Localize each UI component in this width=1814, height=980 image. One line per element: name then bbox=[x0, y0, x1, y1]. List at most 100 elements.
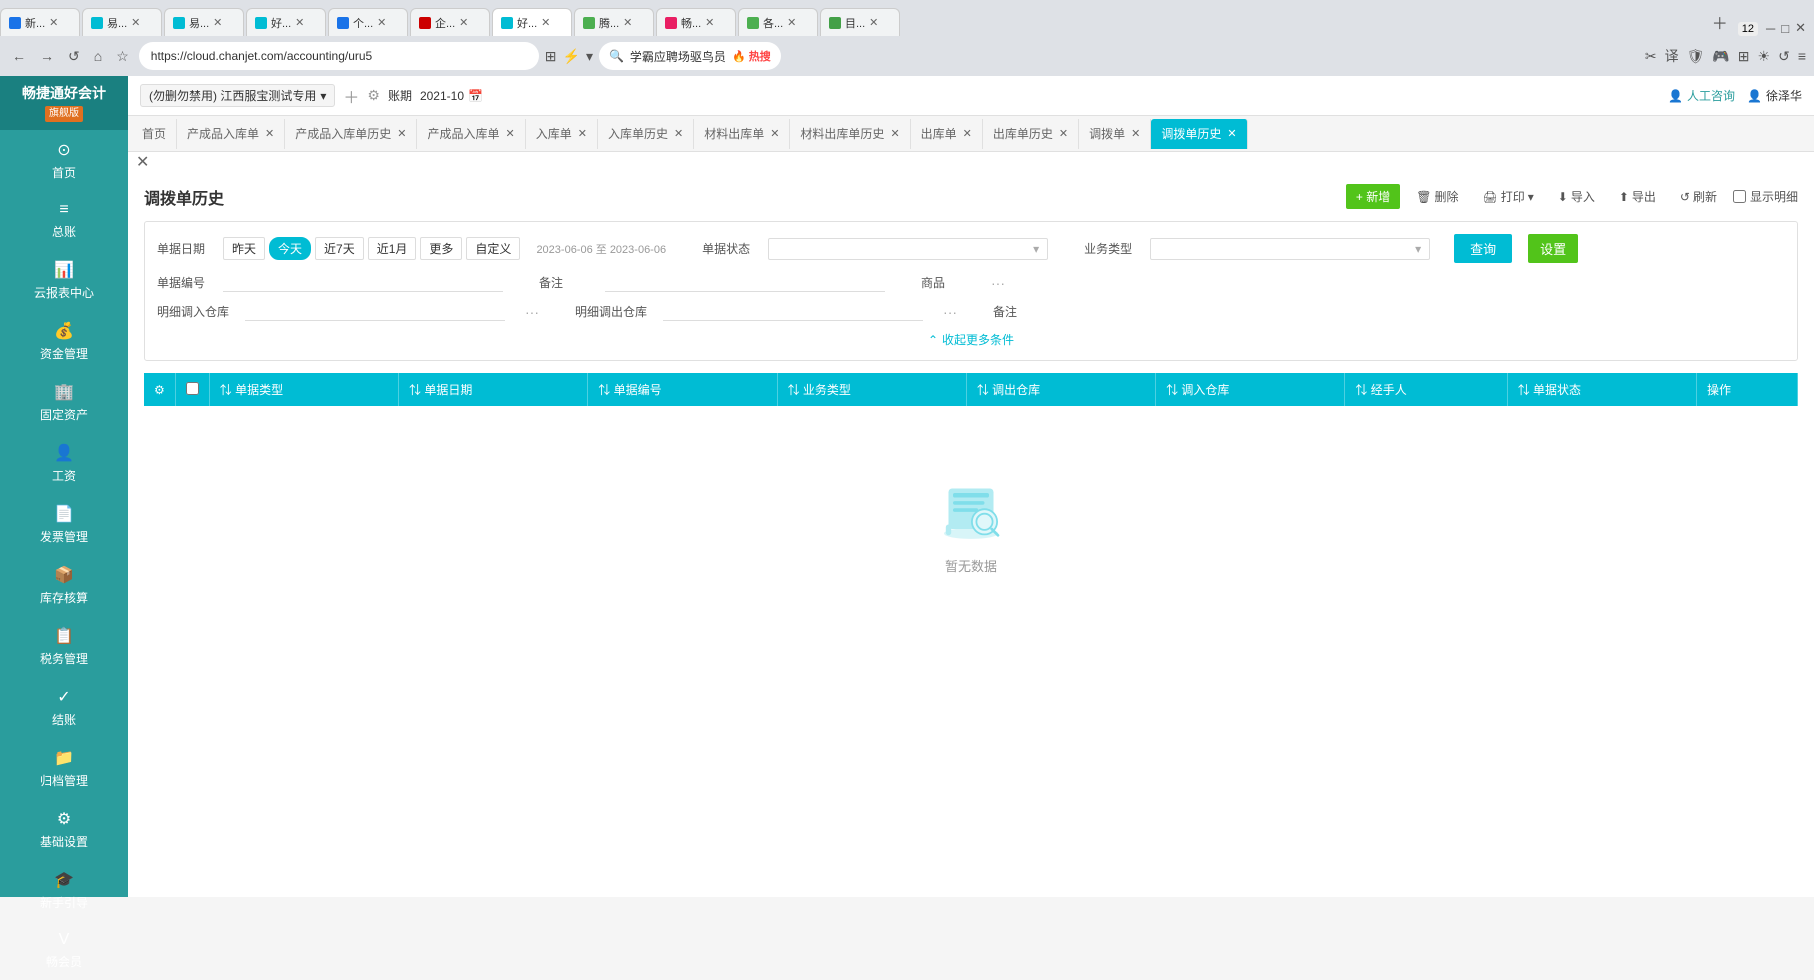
date-btn-custom[interactable]: 自定义 bbox=[466, 237, 520, 260]
refresh-button[interactable]: ↺ 刷新 bbox=[1672, 185, 1725, 208]
tab-count-badge[interactable]: 12 bbox=[1738, 22, 1758, 36]
page-tab-close-11[interactable]: ✕ bbox=[1227, 127, 1236, 140]
browser-tab-5[interactable]: 个...✕ bbox=[328, 8, 408, 36]
page-tab-1[interactable]: 产成品入库单✕ bbox=[177, 119, 285, 149]
query-button[interactable]: 查询 bbox=[1454, 234, 1512, 263]
th-handler[interactable]: ⇅ 经手人 bbox=[1345, 373, 1507, 406]
th-status[interactable]: ⇅ 单据状态 bbox=[1507, 373, 1696, 406]
th-in-wh[interactable]: ⇅ 调入仓库 bbox=[1156, 373, 1345, 406]
date-btn-7days[interactable]: 近7天 bbox=[315, 237, 364, 260]
tab-close-icon[interactable]: ✕ bbox=[213, 16, 222, 29]
page-tab-close-8[interactable]: ✕ bbox=[963, 127, 972, 140]
import-button[interactable]: ⬇ 导入 bbox=[1550, 185, 1603, 208]
dropdown-icon[interactable]: ▾ bbox=[586, 48, 593, 65]
close-window-button[interactable]: ✕ bbox=[1795, 20, 1806, 36]
th-checkbox[interactable] bbox=[175, 373, 209, 406]
th-date[interactable]: ⇅ 单据日期 bbox=[399, 373, 588, 406]
collapse-button[interactable]: ⌃ 收起更多条件 bbox=[928, 331, 1014, 348]
select-all-checkbox[interactable] bbox=[186, 382, 199, 395]
in-wh-ellipsis[interactable]: ··· bbox=[525, 304, 539, 320]
page-tab-close-9[interactable]: ✕ bbox=[1059, 127, 1068, 140]
th-no[interactable]: ⇅ 单据编号 bbox=[588, 373, 777, 406]
browser-tab-9[interactable]: 畅...✕ bbox=[656, 8, 736, 36]
scissors-icon[interactable]: ✂ bbox=[1645, 48, 1657, 65]
sidebar-item-closing[interactable]: ✓结账 bbox=[0, 677, 128, 738]
page-tab-close-6[interactable]: ✕ bbox=[770, 127, 779, 140]
forward-button[interactable]: → bbox=[36, 46, 58, 66]
out-wh-ellipsis[interactable]: ··· bbox=[943, 304, 957, 320]
export-button[interactable]: ⬆ 导出 bbox=[1611, 185, 1664, 208]
date-btn-1month[interactable]: 近1月 bbox=[368, 237, 417, 260]
display-cols-input[interactable] bbox=[1733, 190, 1746, 203]
translate-icon[interactable]: 译 bbox=[1665, 46, 1679, 66]
back-button[interactable]: ← bbox=[8, 46, 30, 66]
delete-button[interactable]: 🗑 删除 bbox=[1408, 185, 1466, 208]
tab-close-icon[interactable]: ✕ bbox=[869, 16, 878, 29]
biz-type-select[interactable]: ▾ bbox=[1150, 238, 1430, 260]
page-tab-9[interactable]: 出库单历史✕ bbox=[983, 119, 1079, 149]
search-bar[interactable]: 🔍 学霸应聘场驱鸟员 🔥 热搜 bbox=[599, 42, 781, 70]
settings-icon[interactable]: ⚙ bbox=[367, 87, 380, 104]
sidebar-item-inventory[interactable]: 📦库存核算 bbox=[0, 555, 128, 616]
goods-ellipsis[interactable]: ··· bbox=[991, 275, 1005, 291]
service-button[interactable]: 👤 人工咨询 bbox=[1668, 87, 1735, 104]
sidebar-item-ledger[interactable]: ≡总账 bbox=[0, 191, 128, 250]
th-out-wh[interactable]: ⇅ 调出仓库 bbox=[966, 373, 1155, 406]
browser-tab-6[interactable]: 企...✕ bbox=[410, 8, 490, 36]
tab-close-icon[interactable]: ✕ bbox=[131, 16, 140, 29]
tab-close-icon[interactable]: ✕ bbox=[459, 16, 468, 29]
sidebar-item-guide[interactable]: 🎓新手引导 bbox=[0, 860, 128, 921]
tab-close-icon[interactable]: ✕ bbox=[49, 16, 58, 29]
th-type[interactable]: ⇅ 单据类型 bbox=[209, 373, 398, 406]
add-company-button[interactable]: ＋ bbox=[343, 84, 359, 108]
page-tab-6[interactable]: 材料出库单✕ bbox=[694, 119, 790, 149]
page-tab-0[interactable]: 首页 bbox=[132, 119, 177, 149]
page-tab-11[interactable]: 调拨单历史✕ bbox=[1151, 119, 1247, 149]
docno-input[interactable] bbox=[223, 273, 503, 292]
page-tab-7[interactable]: 材料出库单历史✕ bbox=[790, 119, 910, 149]
in-wh-input[interactable] bbox=[245, 302, 505, 321]
browser-tab-3[interactable]: 易...✕ bbox=[164, 8, 244, 36]
sidebar-item-invoice[interactable]: 📄发票管理 bbox=[0, 494, 128, 555]
browser-tab-7[interactable]: 好...✕ bbox=[492, 8, 572, 36]
page-tab-close-10[interactable]: ✕ bbox=[1131, 127, 1140, 140]
page-tab-close-5[interactable]: ✕ bbox=[674, 127, 683, 140]
th-gear[interactable]: ⚙ bbox=[144, 373, 175, 406]
sidebar-item-wages[interactable]: 👤工资 bbox=[0, 433, 128, 494]
tab-close-icon[interactable]: ✕ bbox=[377, 16, 386, 29]
browser-tab-11[interactable]: 目...✕ bbox=[820, 8, 900, 36]
game-icon[interactable]: 🎮 bbox=[1712, 48, 1729, 65]
browser-tab-1[interactable]: 新...✕ bbox=[0, 8, 80, 36]
period-selector[interactable]: 2021-10 📅 bbox=[420, 89, 483, 103]
print-button[interactable]: 🖨 打印 ▾ bbox=[1474, 185, 1541, 208]
reload-button[interactable]: ↺ bbox=[64, 46, 84, 67]
grid-icon[interactable]: ⊞ bbox=[1738, 48, 1750, 65]
address-input[interactable] bbox=[139, 42, 539, 70]
close-all-tabs-button[interactable]: ✕ bbox=[128, 152, 1814, 172]
page-tab-2[interactable]: 产成品入库单历史✕ bbox=[285, 119, 417, 149]
history-back-icon[interactable]: ↺ bbox=[1778, 48, 1790, 65]
browser-tab-8[interactable]: 腾...✕ bbox=[574, 8, 654, 36]
page-tab-10[interactable]: 调拨单✕ bbox=[1079, 119, 1151, 149]
new-button[interactable]: + 新增 bbox=[1346, 184, 1400, 209]
sidebar-item-reports[interactable]: 📊云报表中心 bbox=[0, 250, 128, 311]
tab-close-icon[interactable]: ✕ bbox=[295, 16, 304, 29]
page-tab-close-1[interactable]: ✕ bbox=[265, 127, 274, 140]
remark-input[interactable] bbox=[605, 273, 885, 292]
company-selector[interactable]: (勿删勿禁用) 江西服宝测试专用 ▾ bbox=[140, 84, 335, 107]
tab-close-icon[interactable]: ✕ bbox=[705, 16, 714, 29]
browser-tab-4[interactable]: 好...✕ bbox=[246, 8, 326, 36]
sidebar-item-assets[interactable]: 🏢固定资产 bbox=[0, 372, 128, 433]
tab-close-icon[interactable]: ✕ bbox=[787, 16, 796, 29]
tab-close-icon[interactable]: ✕ bbox=[541, 16, 550, 29]
status-select[interactable]: ▾ bbox=[768, 238, 1048, 260]
sidebar-item-funds[interactable]: 💰资金管理 bbox=[0, 311, 128, 372]
page-tab-4[interactable]: 入库单✕ bbox=[526, 119, 598, 149]
sidebar-item-home[interactable]: ⊙首页 bbox=[0, 130, 128, 191]
date-btn-yesterday[interactable]: 昨天 bbox=[223, 237, 265, 260]
date-btn-more[interactable]: 更多 bbox=[420, 237, 462, 260]
maximize-button[interactable]: □ bbox=[1781, 21, 1789, 36]
tab-close-icon[interactable]: ✕ bbox=[623, 16, 632, 29]
page-tab-8[interactable]: 出库单✕ bbox=[911, 119, 983, 149]
shield-icon[interactable]: 🛡 bbox=[1687, 48, 1705, 65]
